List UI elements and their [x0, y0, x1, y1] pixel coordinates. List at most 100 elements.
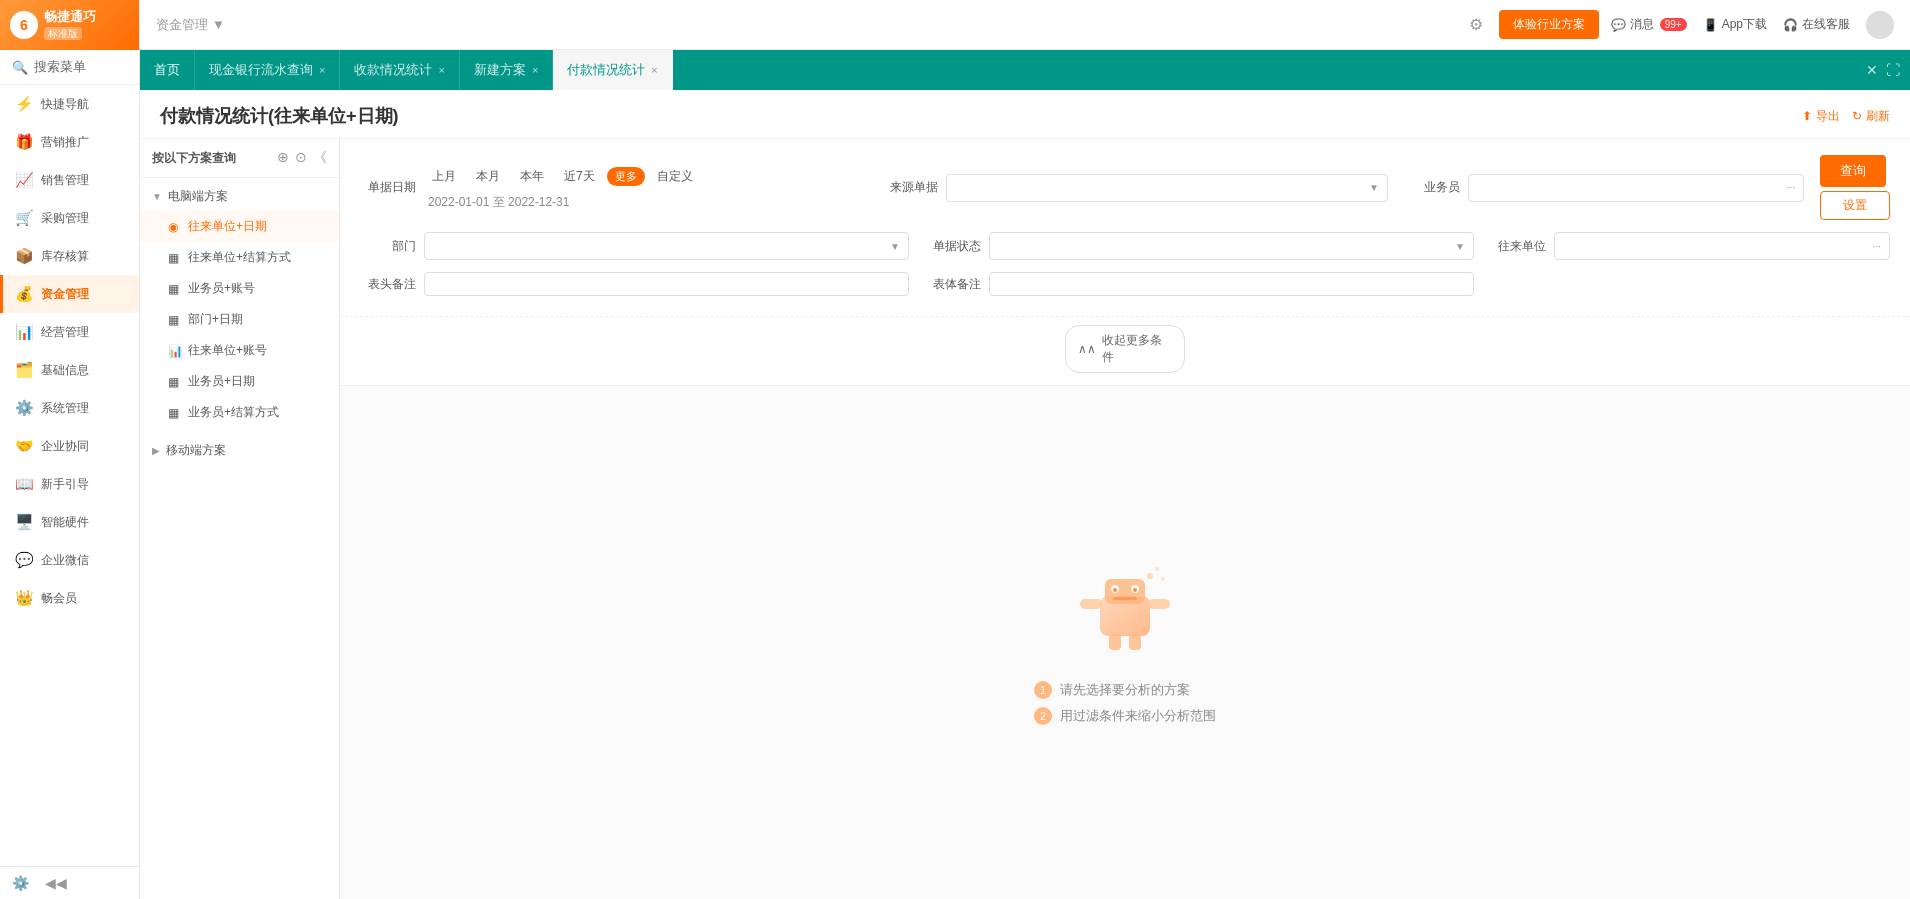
scheme-item-icon: ▦: [168, 375, 182, 389]
settings-footer-icon[interactable]: ⚙️: [12, 875, 29, 891]
tab-bank-flow[interactable]: 现金银行流水查询 ×: [195, 50, 340, 90]
date-option-7days[interactable]: 近7天: [556, 165, 603, 188]
user-avatar[interactable]: [1866, 11, 1894, 39]
tab-collection-stat[interactable]: 收款情况统计 ×: [340, 50, 459, 90]
query-action-btns: 查询 设置: [1820, 155, 1890, 220]
scheme-group-desktop: ▼ 电脑端方案 ◉ 往来单位+日期 ▦ 往来单位+结算方式 ▦ 业务员+账号 ▦: [140, 178, 339, 432]
sidebar-item-system[interactable]: ⚙️ 系统管理: [0, 389, 139, 427]
app-download-item[interactable]: 📱 App下载: [1703, 16, 1767, 33]
header-note-input[interactable]: [424, 272, 909, 296]
tab-maximize-icon[interactable]: ⛶: [1886, 62, 1900, 78]
sidebar-item-enterprise[interactable]: 🤝 企业协同: [0, 427, 139, 465]
scheme-item-dept-date[interactable]: ▦ 部门+日期: [140, 304, 339, 335]
scheme-item-partner-date[interactable]: ◉ 往来单位+日期: [140, 211, 339, 242]
app-version: 标准版: [44, 27, 82, 40]
collapse-more-btn[interactable]: ∧∧ 收起更多条件: [1065, 325, 1185, 373]
sidebar-header: 6 畅捷通巧 标准版: [0, 0, 139, 50]
tab-new-scheme-close[interactable]: ×: [532, 64, 538, 76]
topbar-settings-icon[interactable]: ⚙: [1469, 15, 1483, 34]
date-option-this-year[interactable]: 本年: [512, 165, 552, 188]
tab-new-scheme[interactable]: 新建方案 ×: [460, 50, 553, 90]
scheme-item-label: 往来单位+账号: [188, 342, 267, 359]
app-download-icon: 📱: [1703, 18, 1718, 32]
filter-item-voucher-status: 单据状态 ▼: [925, 232, 1474, 260]
finance-icon: 💰: [15, 285, 33, 303]
filter-row-3: 表头备注 表体备注: [360, 272, 1890, 296]
date-option-custom[interactable]: 自定义: [649, 165, 701, 188]
sidebar-search[interactable]: 🔍 搜索菜单: [0, 50, 139, 85]
employee-select[interactable]: ···: [1468, 174, 1804, 202]
sidebar-item-quick-nav[interactable]: ⚡ 快捷导航: [0, 85, 139, 123]
online-service-item[interactable]: 🎧 在线客服: [1783, 16, 1850, 33]
trial-btn[interactable]: 体验行业方案: [1499, 10, 1599, 39]
employee-dots: ···: [1787, 182, 1795, 193]
sidebar-item-wechat[interactable]: 💬 企业微信: [0, 541, 139, 579]
message-badge: 99+: [1660, 18, 1687, 31]
svg-rect-8: [1129, 634, 1141, 650]
tab-close-all-icon[interactable]: ✕: [1866, 62, 1878, 78]
collapse-sidebar-icon[interactable]: ◀◀: [45, 875, 67, 891]
scheme-item-partner-settle[interactable]: ▦ 往来单位+结算方式: [140, 242, 339, 273]
scheme-item-employee-date[interactable]: ▦ 业务员+日期: [140, 366, 339, 397]
dept-select[interactable]: ▼: [424, 232, 909, 260]
refresh-label: 刷新: [1866, 108, 1890, 125]
tab-payment-stat[interactable]: 付款情况统计 ×: [553, 50, 672, 90]
tab-collection-stat-close[interactable]: ×: [438, 64, 444, 76]
source-voucher-select[interactable]: ▼: [946, 174, 1388, 202]
filter-collapse-area: ∧∧ 收起更多条件: [340, 316, 1910, 385]
date-option-this-month[interactable]: 本月: [468, 165, 508, 188]
tab-home[interactable]: 首页: [140, 50, 195, 90]
partner-select[interactable]: ···: [1554, 232, 1890, 260]
message-item[interactable]: 💬 消息 99+: [1611, 16, 1687, 33]
sidebar-item-member[interactable]: 👑 畅会员: [0, 579, 139, 617]
scheme-item-label: 往来单位+日期: [188, 218, 267, 235]
scheme-item-employee-account[interactable]: ▦ 业务员+账号: [140, 273, 339, 304]
sidebar-item-finance[interactable]: 💰 资金管理: [0, 275, 139, 313]
scheme-collapse-icon[interactable]: 《: [313, 149, 327, 167]
body-note-input[interactable]: [989, 272, 1474, 296]
operations-icon: 📊: [15, 323, 33, 341]
breadcrumb-area: 资金管理 ▼: [156, 16, 225, 34]
sidebar-item-marketing[interactable]: 🎁 营销推广: [0, 123, 139, 161]
scheme-group-desktop-header[interactable]: ▼ 电脑端方案: [140, 182, 339, 211]
query-btn[interactable]: 查询: [1820, 155, 1886, 187]
sidebar-item-label: 企业微信: [41, 552, 89, 569]
voucher-status-select[interactable]: ▼: [989, 232, 1474, 260]
sidebar-item-sales[interactable]: 📈 销售管理: [0, 161, 139, 199]
sidebar: 6 畅捷通巧 标准版 🔍 搜索菜单 ⚡ 快捷导航 🎁 营销推广 📈 销售管理 🛒…: [0, 0, 140, 899]
system-icon: ⚙️: [15, 399, 33, 417]
scheme-item-label: 部门+日期: [188, 311, 243, 328]
refresh-btn[interactable]: ↻ 刷新: [1852, 108, 1890, 125]
empty-hint-2: 2 用过滤条件来缩小分析范围: [1034, 707, 1216, 725]
filter-item-employee: 业务员 ···: [1404, 174, 1804, 202]
main-area: 资金管理 ▼ ⚙ 体验行业方案 💬 消息 99+ 📱 App下载 🎧 在线客服: [140, 0, 1910, 899]
desktop-group-label: 电脑端方案: [168, 188, 228, 205]
search-icon: 🔍: [12, 60, 28, 75]
tab-payment-stat-close[interactable]: ×: [651, 64, 657, 76]
app-name: 畅捷通巧: [44, 9, 96, 25]
employee-label: 业务员: [1404, 179, 1460, 196]
scheme-add-icon[interactable]: ⊕: [277, 149, 289, 167]
svg-point-11: [1147, 573, 1153, 579]
scheme-group-mobile-header[interactable]: ▶ 移动端方案: [140, 436, 339, 465]
scheme-item-employee-settle[interactable]: ▦ 业务员+结算方式: [140, 397, 339, 428]
hint-num-2: 2: [1034, 707, 1052, 725]
export-icon: ⬆: [1802, 109, 1812, 123]
sidebar-item-purchase[interactable]: 🛒 采购管理: [0, 199, 139, 237]
sidebar-item-basic-info[interactable]: 🗂️ 基础信息: [0, 351, 139, 389]
hint-num-1: 1: [1034, 681, 1052, 699]
date-option-last-month[interactable]: 上月: [424, 165, 464, 188]
scheme-item-partner-account[interactable]: 📊 往来单位+账号: [140, 335, 339, 366]
sidebar-item-inventory[interactable]: 📦 库存核算: [0, 237, 139, 275]
sidebar-item-label: 采购管理: [41, 210, 89, 227]
right-content: 单据日期 上月 本月 本年 近7天 更多 自定义 2022-01-01 至 20…: [340, 139, 1910, 899]
sidebar-item-operations[interactable]: 📊 经营管理: [0, 313, 139, 351]
filter-settings-btn[interactable]: 设置: [1820, 191, 1890, 220]
tab-bank-flow-close[interactable]: ×: [319, 64, 325, 76]
date-option-more[interactable]: 更多: [607, 167, 645, 186]
scheme-settings-icon[interactable]: ⊙: [295, 149, 307, 167]
sidebar-item-hardware[interactable]: 🖥️ 智能硬件: [0, 503, 139, 541]
sidebar-item-label: 销售管理: [41, 172, 89, 189]
sidebar-item-guide[interactable]: 📖 新手引导: [0, 465, 139, 503]
export-btn[interactable]: ⬆ 导出: [1802, 108, 1840, 125]
